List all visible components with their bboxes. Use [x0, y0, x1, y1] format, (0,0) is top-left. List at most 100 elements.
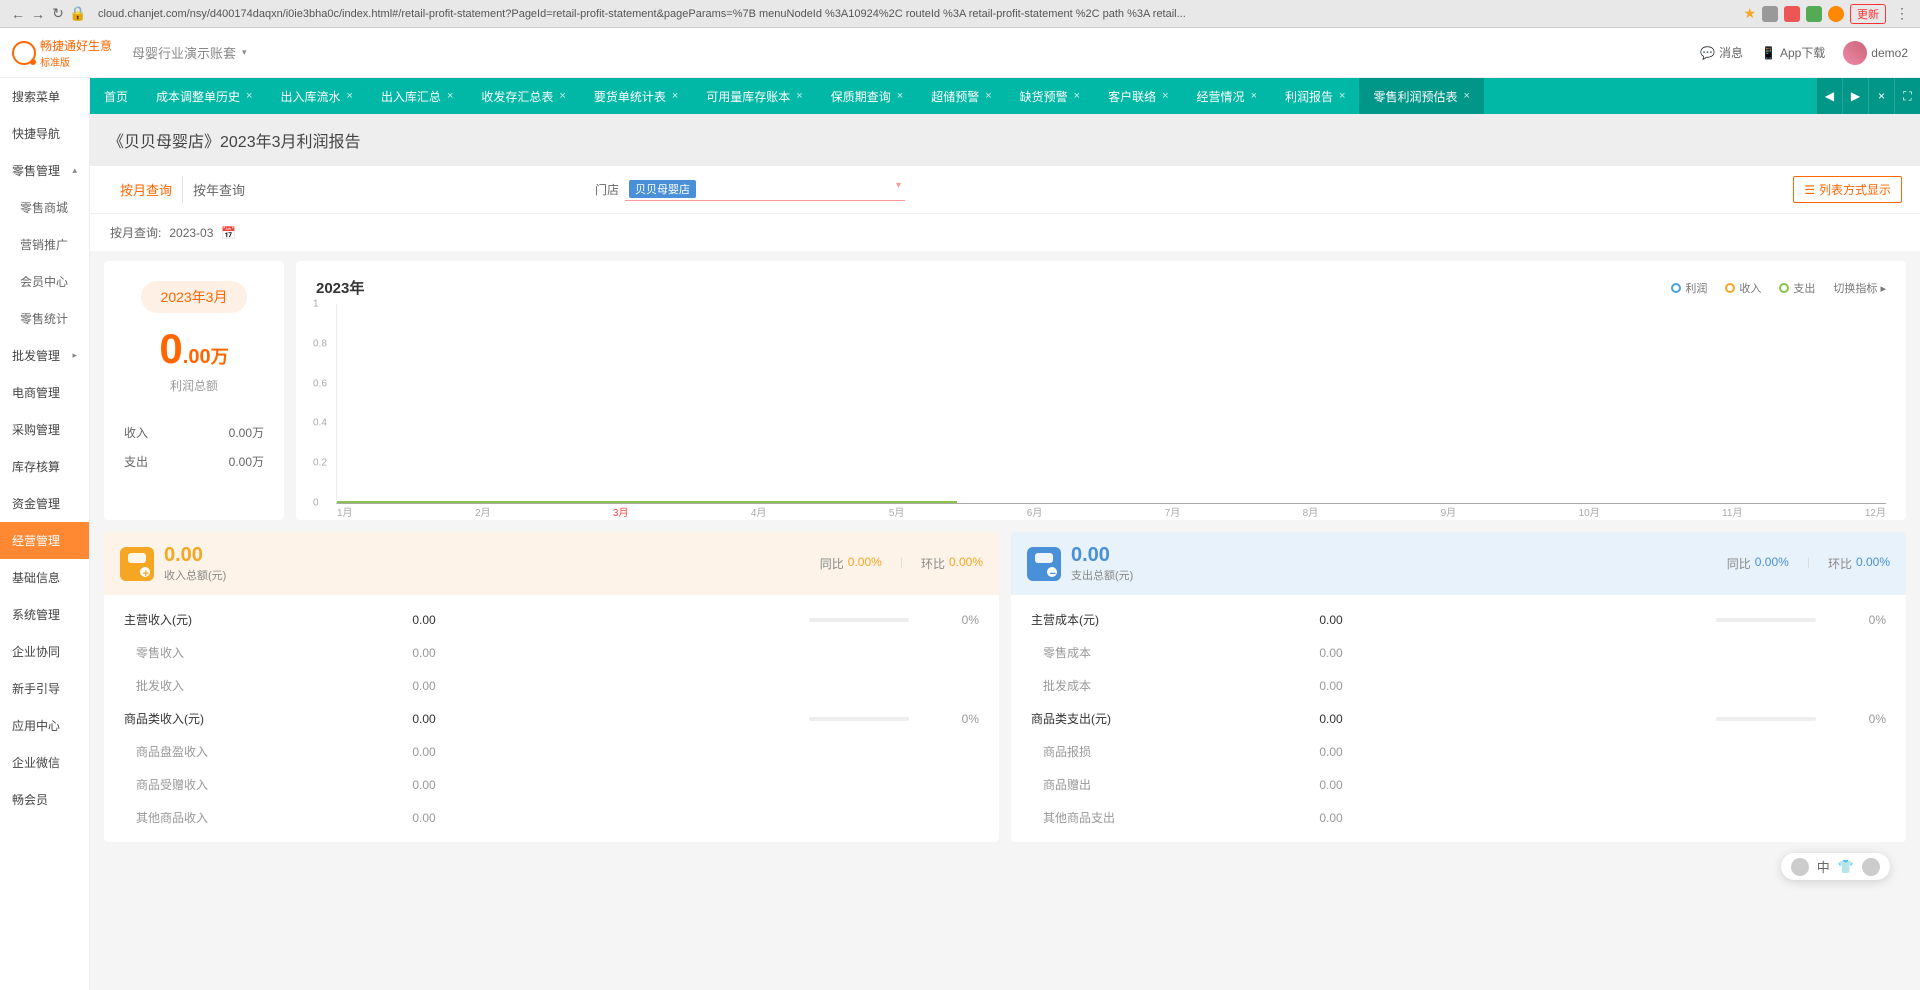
messages-link[interactable]: 💬消息: [1700, 44, 1743, 61]
account-set-selector[interactable]: 母婴行业演示账套 ▾: [132, 43, 247, 62]
tab[interactable]: 零售利润预估表×: [1359, 78, 1483, 114]
x-tick: 1月: [337, 504, 353, 519]
sidebar-item[interactable]: 零售统计: [0, 300, 89, 337]
close-icon[interactable]: ×: [796, 90, 802, 102]
tab[interactable]: 出入库汇总×: [367, 78, 467, 114]
sidebar-item[interactable]: 采购管理: [0, 411, 89, 448]
tab[interactable]: 保质期查询×: [817, 78, 917, 114]
close-icon[interactable]: ×: [559, 90, 565, 102]
extension-icon[interactable]: [1762, 6, 1778, 22]
tab[interactable]: 超储预警×: [917, 78, 1005, 114]
switch-metric[interactable]: 切换指标 ▸: [1833, 280, 1886, 296]
sidebar-item[interactable]: 搜索菜单: [0, 78, 89, 115]
expense-line: [337, 501, 957, 503]
sidebar-item[interactable]: 基础信息: [0, 559, 89, 596]
sidebar-item[interactable]: 批发管理▸: [0, 337, 89, 374]
filter-tab-year[interactable]: 按年查询: [183, 176, 255, 203]
detail-sub-row: 商品赠出0.00: [1011, 768, 1906, 801]
close-icon[interactable]: ×: [672, 90, 678, 102]
sidebar-item[interactable]: 经营管理: [0, 522, 89, 559]
sidebar-item[interactable]: 资金管理: [0, 485, 89, 522]
sidebar: 搜索菜单快捷导航零售管理▴零售商城营销推广会员中心零售统计批发管理▸电商管理采购…: [0, 78, 90, 990]
logo-icon: [12, 41, 36, 65]
sidebar-item[interactable]: 电商管理: [0, 374, 89, 411]
tab[interactable]: 可用量库存账本×: [692, 78, 816, 114]
message-icon: 💬: [1700, 46, 1715, 60]
language-switcher[interactable]: 中 👕: [1781, 853, 1890, 880]
reload-button[interactable]: ↻: [48, 5, 68, 22]
x-tick: 10月: [1579, 504, 1600, 519]
store-selector[interactable]: 贝贝母婴店 ▾: [625, 178, 905, 201]
back-button[interactable]: ←: [8, 6, 28, 22]
update-button[interactable]: 更新: [1850, 4, 1886, 24]
sidebar-item[interactable]: 新手引导: [0, 670, 89, 707]
lock-icon: 🔒: [68, 5, 88, 22]
detail-sub-row: 商品盘盈收入0.00: [104, 735, 999, 768]
income-card: + 0.00 收入总额(元) 同比 0.00% | 环比 0.00% 主营收入(…: [104, 532, 999, 842]
tab[interactable]: 缺货预警×: [1006, 78, 1094, 114]
close-icon[interactable]: ×: [346, 90, 352, 102]
tab-close-all[interactable]: ×: [1868, 78, 1894, 114]
close-icon[interactable]: ×: [1251, 90, 1257, 102]
tab[interactable]: 利润报告×: [1271, 78, 1359, 114]
calendar-icon[interactable]: 📅: [221, 226, 236, 240]
legend-income[interactable]: 收入: [1725, 280, 1761, 296]
tab[interactable]: 成本调整单历史×: [142, 78, 266, 114]
tab[interactable]: 收发存汇总表×: [467, 78, 579, 114]
chart-card: 2023年 利润 收入 支出 切换指标 ▸ 1月2月3月4月5月6月7月8月9月…: [296, 261, 1906, 520]
progress-bar: [809, 717, 909, 721]
sidebar-item[interactable]: 会员中心: [0, 263, 89, 300]
filter-tab-month[interactable]: 按月查询: [110, 176, 183, 203]
tab[interactable]: 要货单统计表×: [580, 78, 692, 114]
tab-prev[interactable]: ◀: [1816, 78, 1842, 114]
tab-next[interactable]: ▶: [1842, 78, 1868, 114]
sidebar-item[interactable]: 企业微信: [0, 744, 89, 781]
close-icon[interactable]: ×: [1074, 90, 1080, 102]
tab[interactable]: 客户联络×: [1094, 78, 1182, 114]
close-icon[interactable]: ×: [1339, 90, 1345, 102]
expense-card: − 0.00 支出总额(元) 同比 0.00% | 环比 0.00% 主营成本(…: [1011, 532, 1906, 842]
close-icon[interactable]: ×: [985, 90, 991, 102]
chevron-right-icon: ▸: [72, 350, 77, 361]
app-header: 畅捷通好生意 标准版 母婴行业演示账套 ▾ 💬消息 📱App下载 demo2: [0, 28, 1920, 78]
extension-icon[interactable]: [1806, 6, 1822, 22]
sidebar-item[interactable]: 应用中心: [0, 707, 89, 744]
list-view-button[interactable]: ☰ 列表方式显示: [1793, 176, 1902, 203]
browser-chrome: ← → ↻ 🔒 cloud.chanjet.com/nsy/d400174daq…: [0, 0, 1920, 28]
income-row: 收入0.00万: [118, 418, 270, 447]
sidebar-item[interactable]: 系统管理: [0, 596, 89, 633]
fullscreen[interactable]: ⛶: [1894, 78, 1920, 114]
forward-button[interactable]: →: [28, 6, 48, 22]
sidebar-item[interactable]: 畅会员: [0, 781, 89, 818]
legend-profit[interactable]: 利润: [1671, 280, 1707, 296]
phone-icon: 📱: [1761, 46, 1776, 60]
chart-title: 2023年: [316, 277, 364, 298]
app-download-link[interactable]: 📱App下载: [1761, 44, 1825, 61]
sidebar-item[interactable]: 零售商城: [0, 189, 89, 226]
close-icon[interactable]: ×: [447, 90, 453, 102]
x-tick: 6月: [1027, 504, 1043, 519]
menu-icon[interactable]: ⋮: [1892, 5, 1912, 22]
sidebar-item[interactable]: 库存核算: [0, 448, 89, 485]
sidebar-item[interactable]: 企业协同: [0, 633, 89, 670]
legend-expense[interactable]: 支出: [1779, 280, 1815, 296]
user-menu[interactable]: demo2: [1843, 41, 1908, 65]
url-bar[interactable]: cloud.chanjet.com/nsy/d400174daqxn/i0ie3…: [98, 8, 1743, 20]
store-label: 门店: [595, 181, 619, 198]
y-tick: 0.2: [313, 458, 327, 469]
tab[interactable]: 经营情况×: [1183, 78, 1271, 114]
tab[interactable]: 出入库流水×: [266, 78, 366, 114]
y-tick: 0.6: [313, 378, 327, 389]
sidebar-item[interactable]: 营销推广: [0, 226, 89, 263]
extension-icon[interactable]: [1784, 6, 1800, 22]
extension-icon[interactable]: [1828, 6, 1844, 22]
detail-sub-row: 商品受赠收入0.00: [104, 768, 999, 801]
bookmark-icon[interactable]: ★: [1743, 5, 1756, 22]
tab[interactable]: 首页: [90, 78, 142, 114]
close-icon[interactable]: ×: [1162, 90, 1168, 102]
close-icon[interactable]: ×: [897, 90, 903, 102]
sidebar-item[interactable]: 零售管理▴: [0, 152, 89, 189]
close-icon[interactable]: ×: [1463, 90, 1469, 102]
sidebar-item[interactable]: 快捷导航: [0, 115, 89, 152]
close-icon[interactable]: ×: [246, 90, 252, 102]
